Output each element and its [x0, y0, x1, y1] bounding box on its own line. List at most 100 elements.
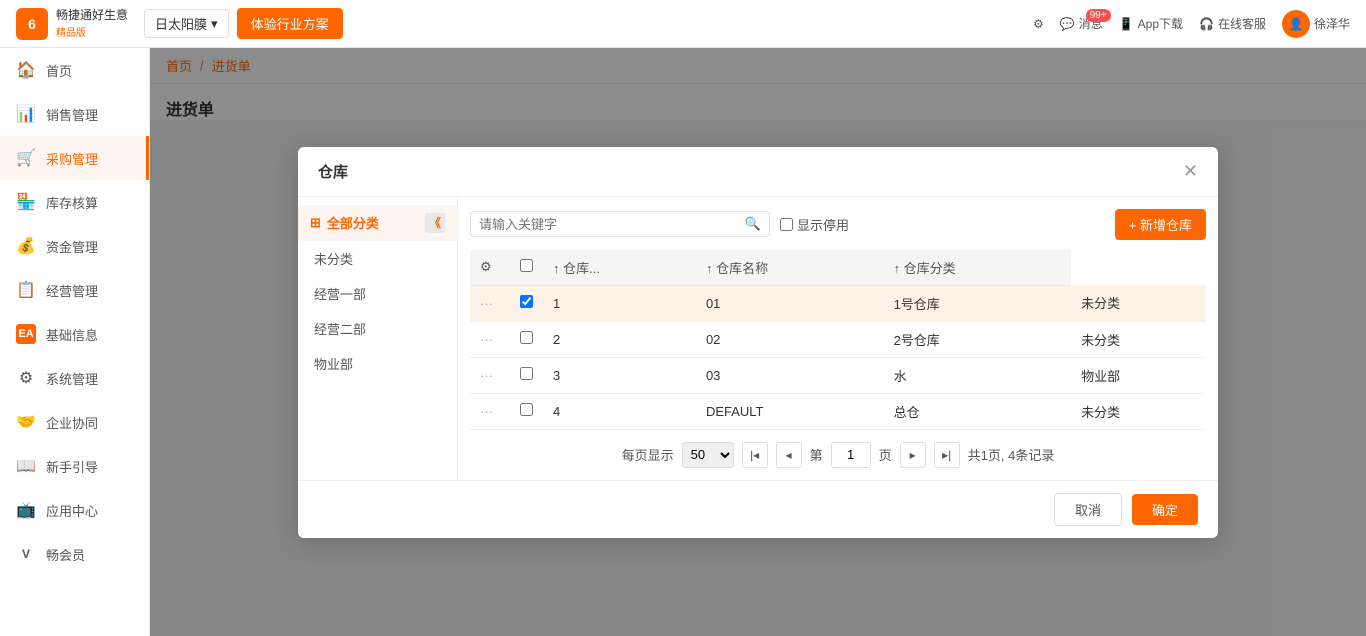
cancel-button[interactable]: 取消 [1054, 493, 1122, 526]
app-download-item[interactable]: 📱 App下载 [1119, 15, 1183, 32]
table-area: 🔍 显示停用 + 新增仓库 ⚙ [458, 197, 1218, 480]
cat-item-1[interactable]: 经营一部 [298, 276, 457, 311]
sidebar-item-operations[interactable]: 📋 经营管理 [0, 268, 149, 312]
th-code[interactable]: ↑ 仓库... [543, 250, 696, 286]
logo-text: 畅捷通好生意 [56, 8, 128, 24]
th-name[interactable]: ↑ 仓库名称 [696, 250, 884, 286]
sidebar-item-base[interactable]: EA 基础信息 [0, 312, 149, 356]
modal-header: 仓库 ✕ [298, 147, 1218, 197]
cell-category: 未分类 [1071, 285, 1206, 321]
sidebar-item-guide[interactable]: 📖 新手引导 [0, 444, 149, 488]
header-right: ⚙ 💬 消息 99+ 📱 App下载 🎧 在线客服 👤 徐泽华 [1033, 10, 1350, 38]
service-item[interactable]: 🎧 在线客服 [1199, 15, 1266, 32]
sidebar-item-home[interactable]: 🏠 首页 [0, 48, 149, 92]
store-selector[interactable]: 日太阳膜 ▾ [144, 9, 229, 38]
cell-actions: ··· [470, 357, 510, 393]
home-icon: 🏠 [16, 60, 36, 80]
message-item[interactable]: 💬 消息 99+ [1060, 15, 1103, 32]
sidebar-item-membership[interactable]: V 畅会员 [0, 532, 149, 576]
cell-code: 01 [696, 285, 884, 321]
cell-category: 未分类 [1071, 321, 1206, 357]
cell-actions: ··· [470, 285, 510, 321]
cell-index: 4 [543, 393, 696, 429]
sidebar-label-operations: 经营管理 [46, 281, 98, 300]
gear-icon-item[interactable]: ⚙ [1033, 17, 1044, 31]
search-input[interactable] [479, 217, 739, 232]
sidebar-item-purchase[interactable]: 🛒 采购管理 [0, 136, 149, 180]
sidebar-item-enterprise[interactable]: 🤝 企业协同 [0, 400, 149, 444]
sidebar-label-membership: 畅会员 [46, 545, 85, 564]
cat-label-3: 物业部 [314, 357, 353, 372]
show-disabled-text: 显示停用 [797, 215, 849, 234]
next-page-btn[interactable]: ▸ [900, 442, 926, 468]
sidebar-item-inventory[interactable]: 🏪 库存核算 [0, 180, 149, 224]
prev-page-btn[interactable]: ◂ [776, 442, 802, 468]
industry-btn[interactable]: 体验行业方案 [237, 8, 343, 39]
user-item[interactable]: 👤 徐泽华 [1282, 10, 1350, 38]
sales-icon: 📊 [16, 104, 36, 124]
total-label: 共1页, 4条记录 [968, 445, 1055, 464]
logo-area: 6 畅捷通好生意 精品版 [16, 8, 128, 40]
cat-item-3[interactable]: 物业部 [298, 346, 457, 381]
sidebar-label-system: 系统管理 [46, 369, 98, 388]
show-disabled-label[interactable]: 显示停用 [780, 215, 849, 234]
sidebar-label-inventory: 库存核算 [46, 193, 98, 212]
first-page-btn[interactable]: |◂ [742, 442, 768, 468]
sidebar-label-guide: 新手引导 [46, 457, 98, 476]
select-all-checkbox[interactable] [520, 259, 533, 272]
mobile-icon: 📱 [1119, 17, 1134, 31]
warehouse-table: ⚙ ↑ 仓库... ↑ 仓库名称 ↑ 仓库分类 [470, 250, 1206, 430]
sidebar-item-system[interactable]: ⚙ 系统管理 [0, 356, 149, 400]
table-row[interactable]: ··· 4 DEFAULT 总仓 未分类 [470, 393, 1206, 429]
service-label: 在线客服 [1218, 15, 1266, 32]
page-input[interactable]: 1 [831, 442, 871, 468]
collapse-btn[interactable]: 《 [425, 213, 445, 233]
message-badge: 99+ [1086, 9, 1111, 22]
confirm-button[interactable]: 确定 [1132, 494, 1198, 525]
cell-checkbox[interactable] [510, 393, 543, 429]
base-icon: EA [16, 324, 36, 344]
cat-item-0[interactable]: 未分类 [298, 241, 457, 276]
table-row[interactable]: ··· 1 01 1号仓库 未分类 [470, 285, 1206, 321]
modal-overlay: 仓库 ✕ ⊞ 全部分类 《 未分类 [150, 48, 1366, 636]
app-layout: 🏠 首页 📊 销售管理 🛒 采购管理 🏪 库存核算 💰 资金管理 📋 经营管理 … [0, 48, 1366, 636]
logo-icon: 6 [16, 8, 48, 40]
operations-icon: 📋 [16, 280, 36, 300]
cell-checkbox[interactable] [510, 321, 543, 357]
table-header-row: ⚙ ↑ 仓库... ↑ 仓库名称 ↑ 仓库分类 [470, 250, 1206, 286]
table-row[interactable]: ··· 3 03 水 物业部 [470, 357, 1206, 393]
page-label: 第 [810, 445, 823, 464]
cat-item-2[interactable]: 经营二部 [298, 311, 457, 346]
table-toolbar: 🔍 显示停用 + 新增仓库 [470, 209, 1206, 240]
main-content: 首页 / 进货单 进货单 仓库 ✕ ⊞ [150, 48, 1366, 636]
gear-icon: ⚙ [1033, 17, 1044, 31]
add-warehouse-button[interactable]: + 新增仓库 [1115, 209, 1206, 240]
sidebar-item-apps[interactable]: 📺 应用中心 [0, 488, 149, 532]
show-disabled-checkbox[interactable] [780, 218, 793, 231]
avatar-icon: 👤 [1288, 17, 1303, 31]
enterprise-icon: 🤝 [16, 412, 36, 432]
modal-title: 仓库 [318, 161, 348, 182]
cell-checkbox[interactable] [510, 285, 543, 321]
logo-text-block: 畅捷通好生意 精品版 [56, 8, 128, 39]
last-page-btn[interactable]: ▸| [934, 442, 960, 468]
table-row[interactable]: ··· 2 02 2号仓库 未分类 [470, 321, 1206, 357]
message-icon: 💬 [1060, 17, 1075, 31]
cell-index: 3 [543, 357, 696, 393]
page-unit-label: 页 [879, 445, 892, 464]
top-header: 6 畅捷通好生意 精品版 日太阳膜 ▾ 体验行业方案 ⚙ 💬 消息 99+ 📱 … [0, 0, 1366, 48]
modal-footer: 取消 确定 [298, 480, 1218, 538]
sidebar-item-sales[interactable]: 📊 销售管理 [0, 92, 149, 136]
apps-icon: 📺 [16, 500, 36, 520]
per-page-select[interactable]: 50 100 [682, 442, 734, 468]
th-category[interactable]: ↑ 仓库分类 [884, 250, 1072, 286]
sidebar-label-purchase: 采购管理 [46, 149, 98, 168]
cell-checkbox[interactable] [510, 357, 543, 393]
membership-icon: V [16, 544, 36, 564]
cell-index: 2 [543, 321, 696, 357]
cat-all-label: 全部分类 [327, 213, 379, 232]
close-icon[interactable]: ✕ [1183, 161, 1198, 182]
cat-header-all[interactable]: ⊞ 全部分类 《 [298, 205, 457, 241]
sidebar-item-finance[interactable]: 💰 资金管理 [0, 224, 149, 268]
finance-icon: 💰 [16, 236, 36, 256]
